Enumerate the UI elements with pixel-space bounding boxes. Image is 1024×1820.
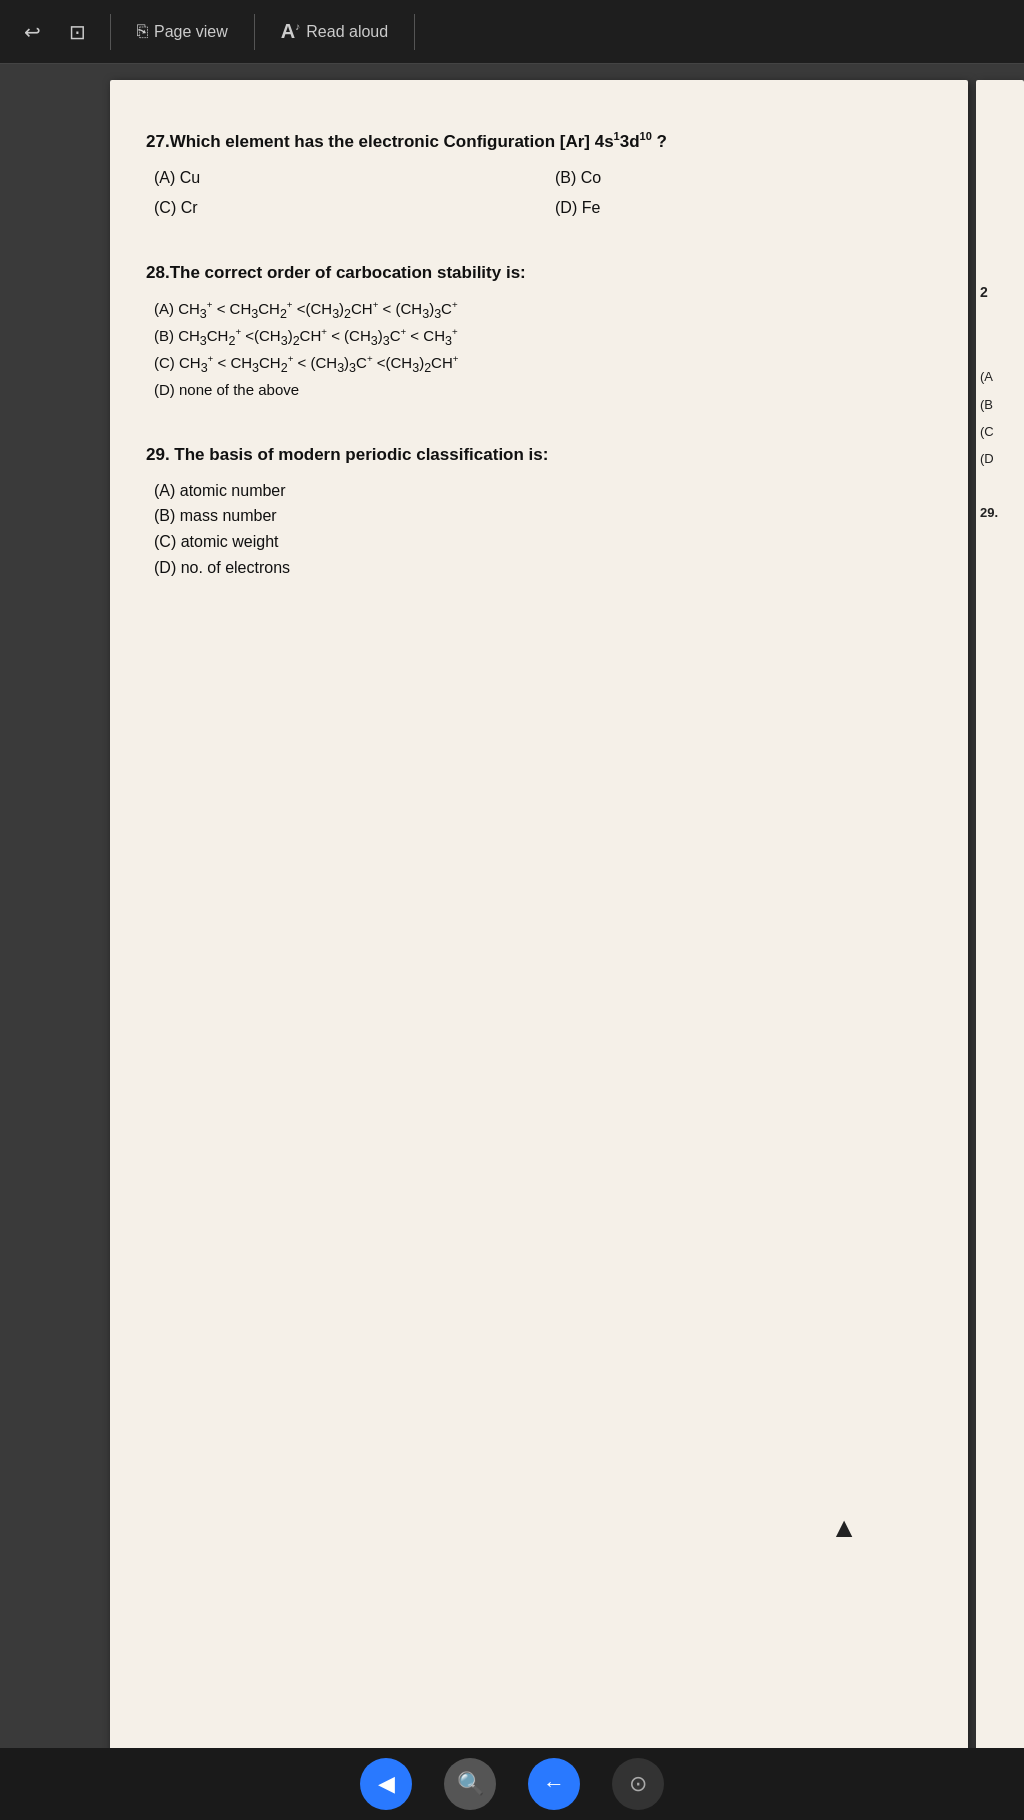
nav-icon[interactable]: ⊡: [61, 16, 94, 48]
question-29-options: (A) atomic number (B) mass number (C) at…: [146, 478, 932, 580]
question-29: 29. The basis of modern periodic classif…: [146, 442, 932, 581]
option-27-d[interactable]: (D) Fe: [555, 195, 932, 221]
option-28-a[interactable]: (A) CH3+ < CH3CH2+ <(CH3)2CH+ < (CH3)3C+: [154, 297, 932, 324]
taskbar-btn-4[interactable]: ⊙: [612, 1758, 664, 1810]
option-28-d[interactable]: (D) none of the above: [154, 378, 932, 402]
taskbar-btn-2[interactable]: 🔍: [444, 1758, 496, 1810]
question-27-options: (A) Cu (B) Co (C) Cr (D) Fe: [146, 165, 932, 220]
right-strip-content: 2 (A (B (C (D 29.: [976, 80, 1024, 524]
question-29-title: 29. The basis of modern periodic classif…: [146, 442, 932, 468]
divider-3: [414, 14, 415, 50]
taskbar-icon-3: ←: [543, 1771, 565, 1797]
option-29-d[interactable]: (D) no. of electrons: [154, 555, 932, 581]
question-28-options: (A) CH3+ < CH3CH2+ <(CH3)2CH+ < (CH3)3C+…: [146, 297, 932, 402]
right-option-b: (B: [980, 393, 1020, 416]
question-27: 27.Which element has the electronic Conf…: [146, 128, 932, 220]
option-29-c[interactable]: (C) atomic weight: [154, 529, 932, 555]
mouse-cursor: ▲: [830, 1512, 858, 1544]
toolbar: ↩ ⊡ ⎘ Page view A♪ Read aloud: [0, 0, 1024, 64]
right-option-d: (D: [980, 447, 1020, 470]
right-option-a: (A: [980, 365, 1020, 388]
taskbar-icon-2: 🔍: [457, 1771, 484, 1797]
read-aloud-icon: A♪: [281, 20, 300, 43]
document-page: 27.Which element has the electronic Conf…: [110, 80, 968, 1804]
option-28-b[interactable]: (B) CH3CH2+ <(CH3)2CH+ < (CH3)3C+ < CH3+: [154, 324, 932, 351]
taskbar: ◀ 🔍 ← ⊙: [0, 1748, 1024, 1820]
taskbar-icon-1: ◀: [378, 1771, 395, 1797]
page-view-label: Page view: [154, 23, 228, 41]
taskbar-btn-3[interactable]: ←: [528, 1758, 580, 1810]
question-28-title: 28.The correct order of carbocation stab…: [146, 260, 932, 286]
divider-2: [254, 14, 255, 50]
right-q29-label: 29.: [980, 501, 1020, 524]
back-button[interactable]: ↩: [16, 16, 49, 48]
question-27-title: 27.Which element has the electronic Conf…: [146, 128, 932, 155]
option-27-a[interactable]: (A) Cu: [154, 165, 531, 191]
left-margin: [0, 64, 110, 1820]
right-option-c: (C: [980, 420, 1020, 443]
taskbar-btn-1[interactable]: ◀: [360, 1758, 412, 1810]
main-area: 27.Which element has the electronic Conf…: [0, 64, 1024, 1820]
option-27-c[interactable]: (C) Cr: [154, 195, 531, 221]
read-aloud-label: Read aloud: [306, 23, 388, 41]
page-view-button[interactable]: ⎘ Page view: [127, 15, 238, 48]
read-aloud-button[interactable]: A♪ Read aloud: [271, 14, 398, 49]
divider-1: [110, 14, 111, 50]
question-28: 28.The correct order of carbocation stab…: [146, 260, 932, 401]
taskbar-icon-4: ⊙: [629, 1771, 647, 1797]
option-29-a[interactable]: (A) atomic number: [154, 478, 932, 504]
right-page-strip: 2 (A (B (C (D 29.: [976, 80, 1024, 1804]
page-view-icon: ⎘: [137, 21, 148, 42]
option-27-b[interactable]: (B) Co: [555, 165, 932, 191]
right-page-number: 2: [980, 280, 1020, 305]
option-28-c[interactable]: (C) CH3+ < CH3CH2+ < (CH3)3C+ <(CH3)2CH+: [154, 351, 932, 378]
option-29-b[interactable]: (B) mass number: [154, 503, 932, 529]
